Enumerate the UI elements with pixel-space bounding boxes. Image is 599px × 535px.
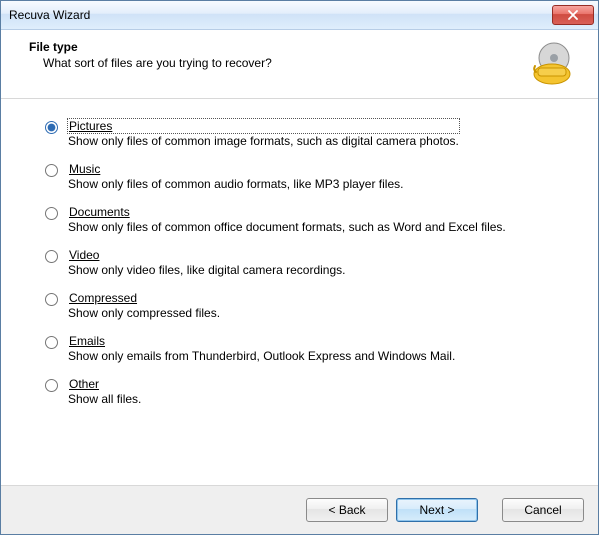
option-video-radio[interactable]: [45, 250, 58, 263]
wizard-window: Recuva Wizard File type What sort of fil…: [0, 0, 599, 535]
wizard-footer: < Back Next > Cancel: [1, 485, 598, 534]
option-compressed-label: Compressed: [68, 291, 220, 305]
option-video[interactable]: VideoShow only video files, like digital…: [45, 248, 574, 277]
option-emails-radio[interactable]: [45, 336, 58, 349]
title-bar: Recuva Wizard: [1, 1, 598, 30]
option-emails-label: Emails: [68, 334, 455, 348]
option-documents-label: Documents: [68, 205, 506, 219]
option-documents-description: Show only files of common office documen…: [68, 220, 506, 234]
window-title: Recuva Wizard: [9, 8, 552, 22]
recuva-icon: [530, 40, 578, 88]
option-pictures[interactable]: PicturesShow only files of common image …: [45, 119, 574, 148]
option-music-radio[interactable]: [45, 164, 58, 177]
options-list: PicturesShow only files of common image …: [1, 99, 598, 485]
wizard-header-text: File type What sort of files are you try…: [29, 40, 520, 70]
option-pictures-label: Pictures: [68, 119, 459, 133]
close-button[interactable]: [552, 5, 594, 25]
close-icon: [568, 10, 578, 20]
option-pictures-description: Show only files of common image formats,…: [68, 134, 459, 148]
option-other-radio[interactable]: [45, 379, 58, 392]
option-music-label: Music: [68, 162, 403, 176]
back-button[interactable]: < Back: [306, 498, 388, 522]
option-documents[interactable]: DocumentsShow only files of common offic…: [45, 205, 574, 234]
option-music[interactable]: MusicShow only files of common audio for…: [45, 162, 574, 191]
option-video-description: Show only video files, like digital came…: [68, 263, 345, 277]
option-other[interactable]: OtherShow all files.: [45, 377, 574, 406]
option-other-description: Show all files.: [68, 392, 141, 406]
option-pictures-radio[interactable]: [45, 121, 58, 134]
wizard-header: File type What sort of files are you try…: [1, 30, 598, 99]
option-compressed[interactable]: CompressedShow only compressed files.: [45, 291, 574, 320]
next-button[interactable]: Next >: [396, 498, 478, 522]
page-subtitle: What sort of files are you trying to rec…: [29, 56, 520, 70]
option-documents-radio[interactable]: [45, 207, 58, 220]
page-title: File type: [29, 40, 520, 54]
option-music-description: Show only files of common audio formats,…: [68, 177, 403, 191]
option-emails-description: Show only emails from Thunderbird, Outlo…: [68, 349, 455, 363]
option-other-label: Other: [68, 377, 141, 391]
cancel-button[interactable]: Cancel: [502, 498, 584, 522]
option-compressed-radio[interactable]: [45, 293, 58, 306]
option-video-label: Video: [68, 248, 345, 262]
option-compressed-description: Show only compressed files.: [68, 306, 220, 320]
option-emails[interactable]: EmailsShow only emails from Thunderbird,…: [45, 334, 574, 363]
